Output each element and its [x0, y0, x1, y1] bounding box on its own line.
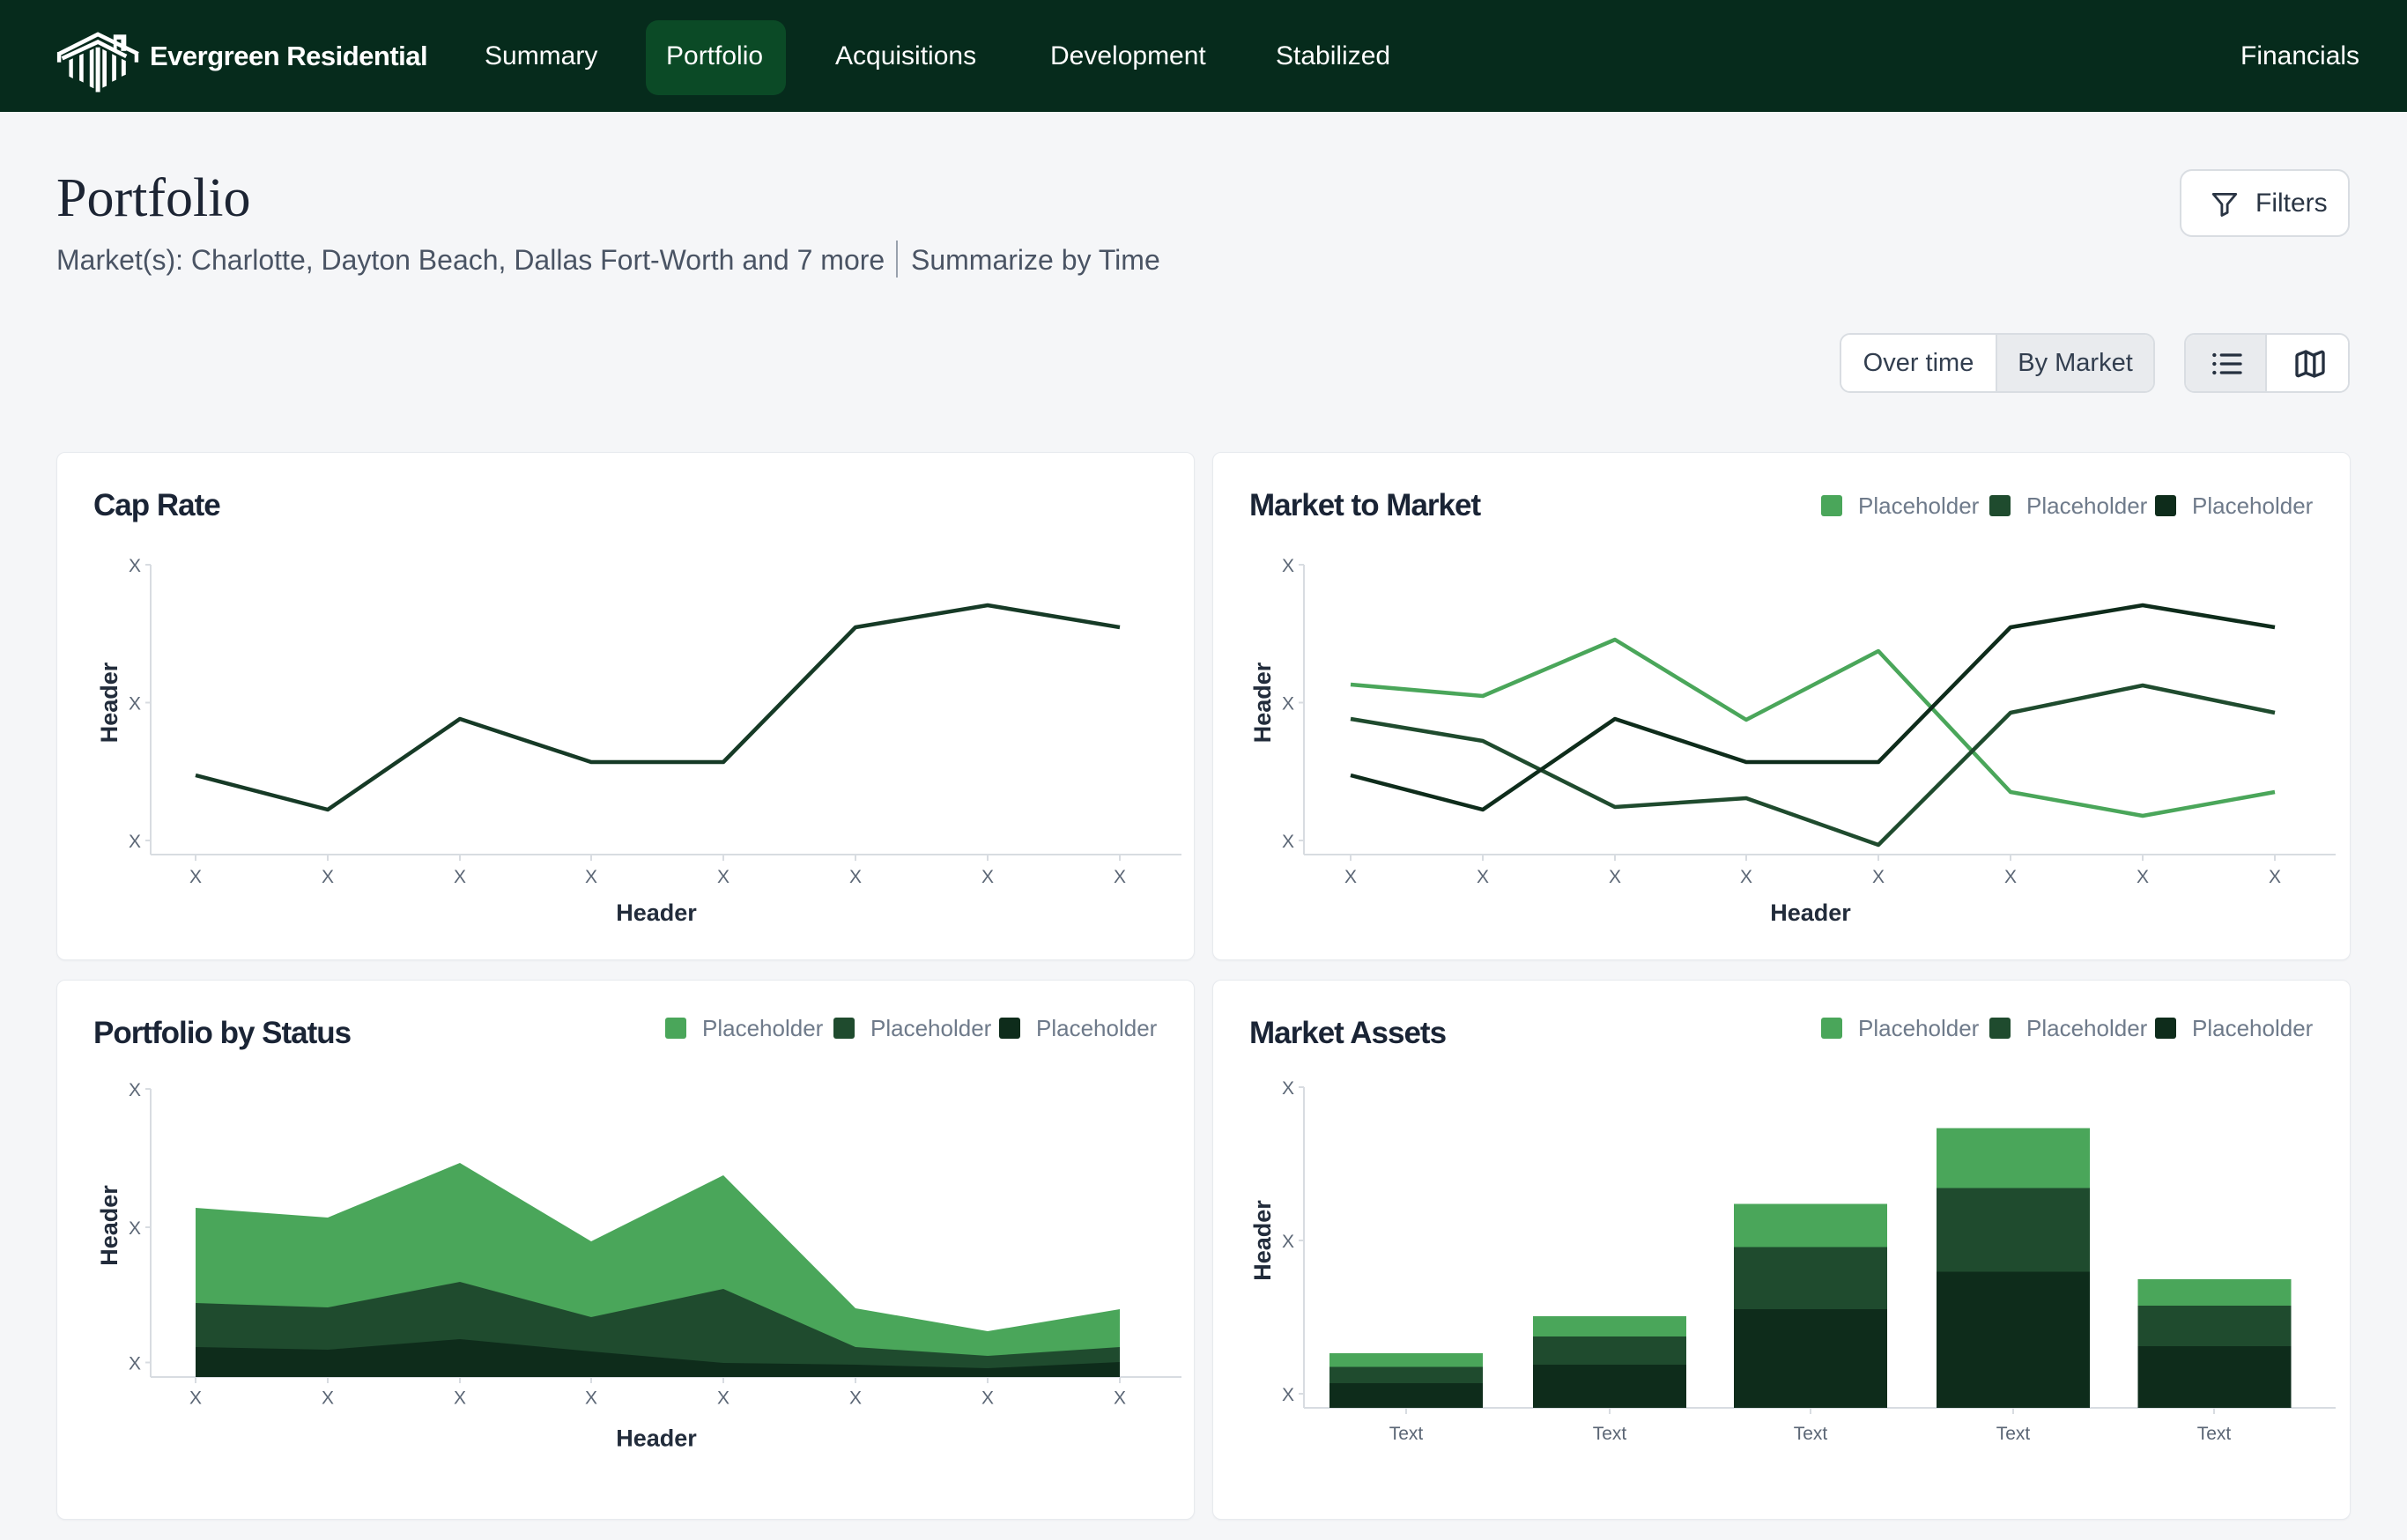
svg-text:X: X [129, 694, 141, 714]
svg-text:Text: Text [1389, 1424, 1424, 1444]
svg-text:Placeholder: Placeholder [2026, 492, 2148, 519]
svg-text:X: X [129, 832, 141, 852]
svg-text:X: X [1114, 1388, 1126, 1409]
svg-text:Placeholder: Placeholder [1036, 1015, 1158, 1041]
svg-text:Header: Header [1249, 1200, 1276, 1281]
svg-text:X: X [129, 556, 141, 576]
svg-text:X: X [1282, 1078, 1294, 1099]
svg-text:X: X [129, 1080, 141, 1100]
svg-text:Header: Header [616, 1425, 697, 1452]
svg-text:X: X [2269, 867, 2281, 887]
svg-text:X: X [1282, 694, 1294, 714]
svg-text:X: X [1282, 1232, 1294, 1252]
svg-text:X: X [454, 867, 466, 887]
svg-text:X: X [1114, 867, 1126, 887]
svg-text:Header: Header [96, 662, 122, 743]
svg-text:X: X [322, 867, 334, 887]
svg-text:Placeholder: Placeholder [702, 1015, 824, 1041]
svg-text:Text: Text [1593, 1424, 1627, 1444]
svg-text:X: X [189, 1388, 202, 1409]
svg-text:X: X [1282, 832, 1294, 852]
svg-text:Placeholder: Placeholder [870, 1015, 992, 1041]
svg-text:Text: Text [1794, 1424, 1828, 1444]
svg-text:X: X [189, 867, 202, 887]
svg-text:X: X [1740, 867, 1752, 887]
svg-text:Text: Text [1996, 1424, 2031, 1444]
svg-text:X: X [2004, 867, 2017, 887]
svg-text:X: X [1344, 867, 1357, 887]
svg-text:X: X [2137, 867, 2149, 887]
svg-text:X: X [129, 1354, 141, 1374]
svg-text:X: X [322, 1388, 334, 1409]
svg-text:Placeholder: Placeholder [2192, 1015, 2314, 1041]
svg-text:Header: Header [96, 1185, 122, 1266]
svg-text:X: X [585, 1388, 597, 1409]
svg-text:Placeholder: Placeholder [2026, 1015, 2148, 1041]
svg-text:X: X [981, 1388, 994, 1409]
svg-text:X: X [1282, 556, 1294, 576]
svg-text:X: X [717, 1388, 730, 1409]
svg-text:X: X [1477, 867, 1489, 887]
svg-text:Placeholder: Placeholder [2192, 492, 2314, 519]
svg-text:X: X [1609, 867, 1621, 887]
svg-text:X: X [1282, 1385, 1294, 1405]
svg-text:X: X [129, 1218, 141, 1239]
svg-text:X: X [454, 1388, 466, 1409]
svg-text:X: X [981, 867, 994, 887]
svg-text:X: X [585, 867, 597, 887]
svg-text:Header: Header [1249, 662, 1276, 743]
svg-text:Text: Text [2197, 1424, 2232, 1444]
svg-text:Placeholder: Placeholder [1858, 1015, 1980, 1041]
svg-text:X: X [849, 867, 862, 887]
svg-text:X: X [717, 867, 730, 887]
svg-text:Header: Header [1770, 900, 1851, 926]
svg-text:X: X [849, 1388, 862, 1409]
svg-text:Placeholder: Placeholder [1858, 492, 1980, 519]
svg-text:Header: Header [616, 900, 697, 926]
svg-text:X: X [1872, 867, 1885, 887]
